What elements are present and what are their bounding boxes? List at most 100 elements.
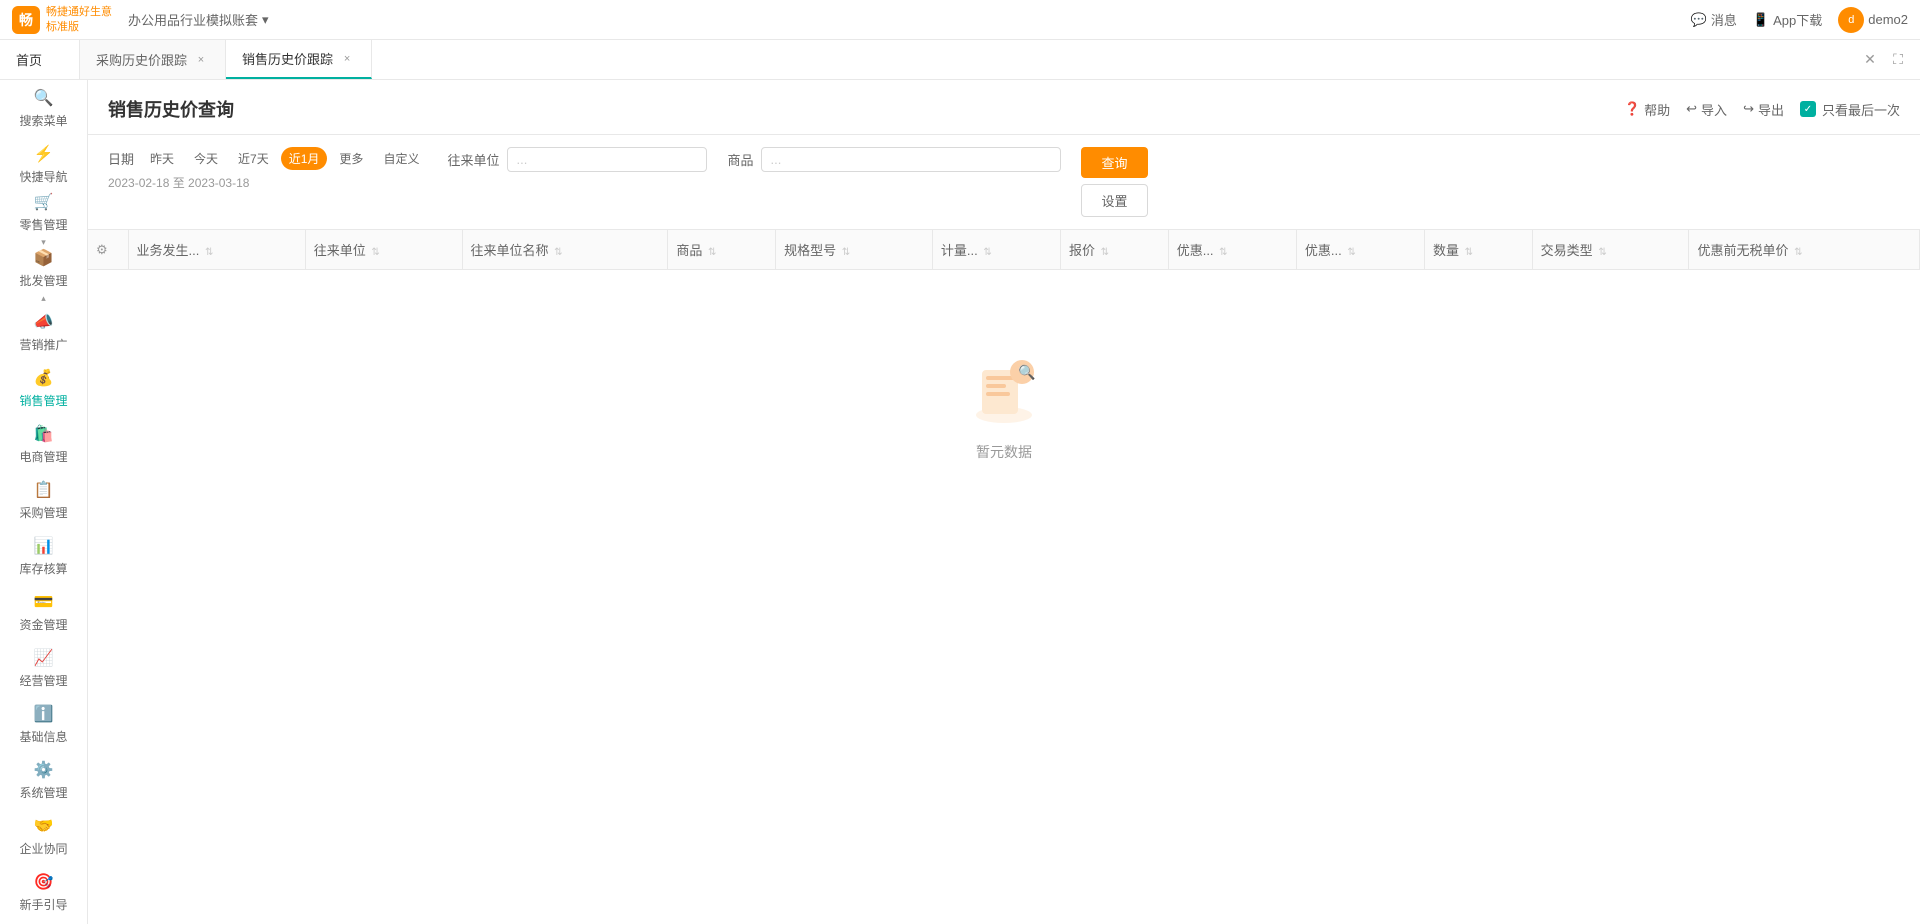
table-settings-icon[interactable]: ⚙: [96, 242, 108, 257]
sidebar-item-retail-mgmt[interactable]: 🛒 零售管理 ▾: [0, 192, 87, 248]
sidebar-item-search-menu[interactable]: 🔍 搜索菜单: [0, 80, 87, 136]
user-profile[interactable]: d demo2: [1838, 7, 1908, 33]
sort-icon-discount2[interactable]: ⇅: [1347, 247, 1355, 258]
only-last-checkbox-area[interactable]: ✓ 只看最后一次: [1800, 100, 1900, 119]
sidebar-item-label: 经营管理: [19, 672, 67, 689]
main-layout: 🔍 搜索菜单 ⚡ 快捷导航 🛒 零售管理 ▾ 📦 批发管理 ▴ 📣 营销推广 💰…: [0, 80, 1920, 924]
query-actions: 查询 设置: [1081, 147, 1147, 217]
basic-info-icon: ℹ️: [34, 704, 54, 724]
sort-icon-trade-type[interactable]: ⇅: [1598, 247, 1606, 258]
sort-icon-discount1[interactable]: ⇅: [1219, 247, 1227, 258]
sort-icon-biz-date[interactable]: ⇅: [205, 247, 213, 258]
sidebar-item-label: 新手引导: [19, 896, 67, 913]
th-quantity: 数量 ⇅: [1424, 230, 1532, 270]
sort-icon-quote[interactable]: ⇅: [1101, 247, 1109, 258]
sidebar-item-label: 资金管理: [19, 616, 67, 633]
table-head: ⚙ 业务发生... ⇅ 往来单位 ⇅ 往来单位名称: [88, 230, 1920, 270]
sidebar-item-label: 搜索菜单: [19, 112, 67, 129]
retail-mgmt-icon: 🛒: [34, 192, 54, 212]
sidebar-item-operations-mgmt[interactable]: 📈 经营管理: [0, 640, 87, 696]
sidebar-item-label: 库存核算: [19, 560, 67, 577]
empty-state-icon: 🔍: [964, 350, 1044, 430]
chevron-down-icon: ▾: [41, 237, 46, 248]
quick-nav-icon: ⚡: [34, 144, 54, 164]
partner-filter-group: 往来单位 ...: [447, 147, 707, 172]
date-opt-1month[interactable]: 近1月: [281, 147, 328, 170]
date-opt-today[interactable]: 今天: [186, 147, 226, 170]
sidebar-item-label: 快捷导航: [19, 168, 67, 185]
sidebar-item-inventory[interactable]: 📊 库存核算: [0, 528, 87, 584]
export-button[interactable]: ↪ 导出: [1743, 100, 1784, 119]
th-settings: ⚙: [88, 230, 128, 270]
filter-row: 日期 昨天 今天 近7天 近1月 更多 自定义 2023-02-18 至 202…: [108, 147, 1148, 217]
help-button[interactable]: ❓ 帮助: [1624, 100, 1670, 119]
settings-button[interactable]: 设置: [1081, 184, 1147, 217]
sidebar-item-enterprise-collab[interactable]: 🤝 企业协同: [0, 808, 87, 864]
date-opt-7days[interactable]: 近7天: [230, 147, 277, 170]
product-filter-input[interactable]: ...: [761, 147, 1061, 172]
inventory-icon: 📊: [34, 536, 54, 556]
purchase-history-tab-label: 采购历史价跟踪: [96, 50, 187, 69]
purchase-history-tab-close[interactable]: ×: [193, 52, 209, 68]
th-partner-name: 往来单位名称 ⇅: [462, 230, 668, 270]
sidebar-item-basic-info[interactable]: ℹ️ 基础信息: [0, 696, 87, 752]
sidebar-item-system-mgmt[interactable]: ⚙️ 系统管理: [0, 752, 87, 808]
app-selector[interactable]: 办公用品行业模拟账套 ▾: [120, 6, 277, 33]
sort-icon-product[interactable]: ⇅: [708, 247, 716, 258]
sort-icon-unit[interactable]: ⇅: [983, 247, 991, 258]
date-opt-yesterday[interactable]: 昨天: [142, 147, 182, 170]
product-input-dots: ...: [770, 152, 781, 167]
sidebar-item-marketing[interactable]: 📣 营销推广: [0, 304, 87, 360]
page-header-actions: ❓ 帮助 ↩ 导入 ↪ 导出 ✓ 只看最后一次: [1624, 100, 1900, 119]
sort-icon-partner-name[interactable]: ⇅: [554, 247, 562, 258]
sidebar-item-beginner-guide[interactable]: 🎯 新手引导: [0, 864, 87, 920]
sidebar-item-wholesale-mgmt[interactable]: 📦 批发管理 ▴: [0, 248, 87, 304]
sidebar-item-purchase-mgmt[interactable]: 📋 采购管理: [0, 472, 87, 528]
product-filter-label: 商品: [727, 150, 753, 169]
sidebar-item-label: 电商管理: [19, 448, 67, 465]
sort-icon-partner-code[interactable]: ⇅: [371, 247, 379, 258]
sort-icon-quantity[interactable]: ⇅: [1465, 247, 1473, 258]
date-opt-more[interactable]: 更多: [331, 147, 371, 170]
tab-home[interactable]: 首页: [0, 40, 80, 79]
tab-purchase-history[interactable]: 采购历史价跟踪 ×: [80, 40, 226, 79]
th-trade-type: 交易类型 ⇅: [1532, 230, 1689, 270]
top-bar-left: 畅 畅捷通好生意 标准版 办公用品行业模拟账套 ▾: [12, 5, 277, 34]
message-button[interactable]: 💬 消息: [1691, 10, 1737, 29]
th-spec: 规格型号 ⇅: [776, 230, 933, 270]
tab-sales-history[interactable]: 销售历史价跟踪 ×: [226, 40, 372, 79]
message-icon: 💬: [1691, 12, 1707, 28]
dropdown-icon: ▾: [262, 12, 269, 28]
product-filter-group: 商品 ...: [727, 147, 1061, 172]
sidebar-item-app-center[interactable]: 📱 应用中心: [0, 920, 87, 924]
date-options: 昨天 今天 近7天 近1月 更多 自定义: [142, 147, 427, 170]
sidebar-item-label: 批发管理: [19, 272, 67, 289]
only-last-checkbox[interactable]: ✓: [1800, 101, 1816, 117]
sidebar-item-ecommerce-mgmt[interactable]: 🛍️ 电商管理: [0, 416, 87, 472]
tab-expand-button[interactable]: ⛶: [1888, 50, 1908, 70]
th-partner-code: 往来单位 ⇅: [305, 230, 462, 270]
date-opt-custom[interactable]: 自定义: [375, 147, 427, 170]
sort-icon-spec[interactable]: ⇅: [842, 247, 850, 258]
empty-state: 🔍 暂元数据: [88, 270, 1920, 542]
sidebar-item-quick-nav[interactable]: ⚡ 快捷导航: [0, 136, 87, 192]
partner-filter-input[interactable]: ...: [507, 147, 707, 172]
page-header: 销售历史价查询 ❓ 帮助 ↩ 导入 ↪ 导出 ✓: [88, 80, 1920, 135]
sales-history-tab-label: 销售历史价跟踪: [242, 49, 333, 68]
data-table: ⚙ 业务发生... ⇅ 往来单位 ⇅ 往来单位名称: [88, 230, 1920, 270]
sidebar-item-label: 采购管理: [19, 504, 67, 521]
query-button[interactable]: 查询: [1081, 147, 1147, 178]
logo-area: 畅 畅捷通好生意 标准版: [12, 5, 112, 34]
app-download-button[interactable]: 📱 App下载: [1753, 10, 1822, 29]
tab-close-all-button[interactable]: ✕: [1860, 50, 1880, 70]
help-icon: ❓: [1624, 101, 1640, 117]
search-menu-icon: 🔍: [34, 88, 54, 108]
sidebar-item-sales-mgmt[interactable]: 💰 销售管理: [0, 360, 87, 416]
import-button[interactable]: ↩ 导入: [1686, 100, 1727, 119]
sort-icon-pre-tax-price[interactable]: ⇅: [1794, 247, 1802, 258]
sidebar-item-finance-mgmt[interactable]: 💳 资金管理: [0, 584, 87, 640]
partner-filter-label: 往来单位: [447, 150, 499, 169]
ecommerce-mgmt-icon: 🛍️: [34, 424, 54, 444]
avatar: d: [1838, 7, 1864, 33]
sales-history-tab-close[interactable]: ×: [339, 51, 355, 67]
